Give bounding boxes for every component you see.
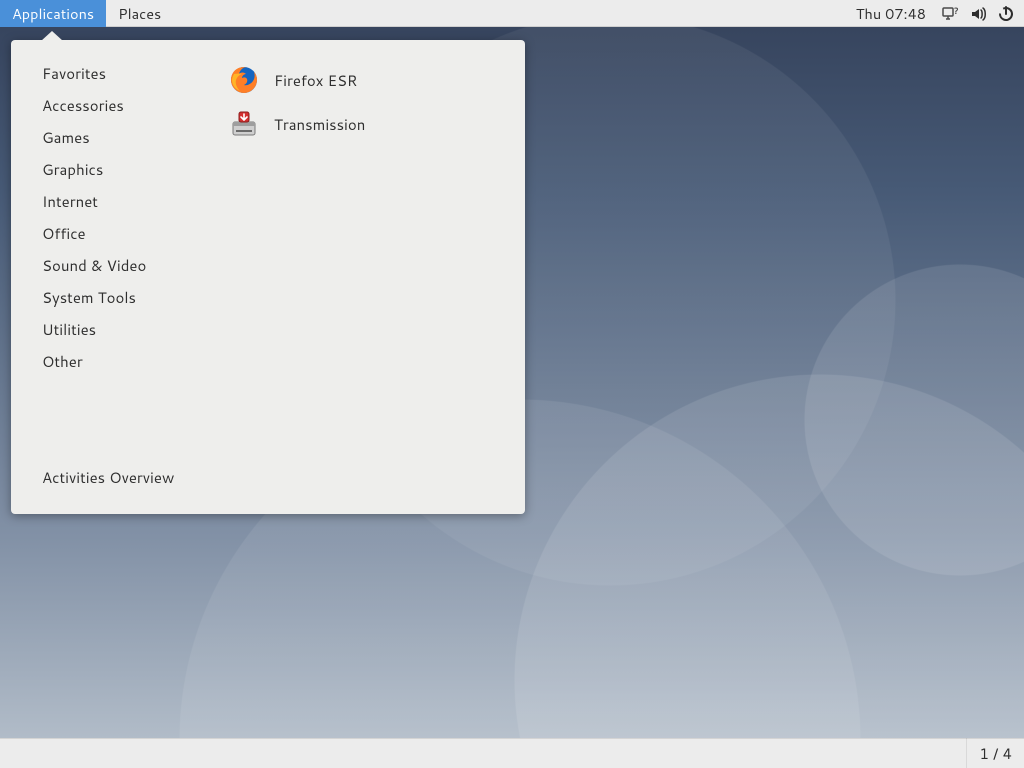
category-utilities[interactable]: Utilities xyxy=(11,314,216,346)
power-icon[interactable] xyxy=(996,4,1016,24)
category-accessories[interactable]: Accessories xyxy=(11,90,216,122)
category-internet[interactable]: Internet xyxy=(11,186,216,218)
category-label: Games xyxy=(42,127,90,148)
activities-overview-item[interactable]: Activities Overview xyxy=(11,462,216,500)
category-graphics[interactable]: Graphics xyxy=(11,154,216,186)
category-label: Accessories xyxy=(42,95,124,116)
app-label: Transmission xyxy=(274,114,365,135)
category-label: Other xyxy=(42,351,83,372)
app-firefox-esr[interactable]: Firefox ESR xyxy=(228,58,525,102)
activities-overview-label: Activities Overview xyxy=(42,467,174,488)
category-label: Favorites xyxy=(42,63,106,84)
transmission-icon xyxy=(228,108,260,140)
menu-categories-pane: Favorites Accessories Games Graphics Int… xyxy=(11,40,216,514)
firefox-icon xyxy=(228,64,260,96)
category-label: Graphics xyxy=(42,159,103,180)
menu-apps-pane: Firefox ESR Transmission xyxy=(216,40,525,514)
bottom-taskbar: 1 / 4 xyxy=(0,738,1024,768)
app-label: Firefox ESR xyxy=(274,70,357,91)
category-label: Sound & Video xyxy=(42,255,146,276)
places-menu-label: Places xyxy=(118,3,161,24)
category-games[interactable]: Games xyxy=(11,122,216,154)
category-favorites[interactable]: Favorites xyxy=(11,58,216,90)
category-office[interactable]: Office xyxy=(11,218,216,250)
workspace-switcher[interactable]: 1 / 4 xyxy=(966,738,1024,768)
svg-text:?: ? xyxy=(954,5,959,17)
network-unknown-icon[interactable]: ? xyxy=(940,4,960,24)
system-tray: ? xyxy=(936,0,1024,27)
applications-menu-label: Applications xyxy=(12,3,94,24)
category-system-tools[interactable]: System Tools xyxy=(11,282,216,314)
workspace-indicator: 1 / 4 xyxy=(979,743,1012,764)
top-panel: Applications Places Thu 07:48 ? xyxy=(0,0,1024,27)
applications-menu: Favorites Accessories Games Graphics Int… xyxy=(11,40,525,514)
category-label: Office xyxy=(42,223,86,244)
category-label: Utilities xyxy=(42,319,96,340)
clock[interactable]: Thu 07:48 xyxy=(846,0,936,27)
category-label: Internet xyxy=(42,191,98,212)
applications-menu-button[interactable]: Applications xyxy=(0,0,106,27)
volume-icon[interactable] xyxy=(968,4,988,24)
clock-text: Thu 07:48 xyxy=(856,3,926,24)
places-menu-button[interactable]: Places xyxy=(106,0,173,27)
category-other[interactable]: Other xyxy=(11,346,216,378)
category-label: System Tools xyxy=(42,287,136,308)
category-sound-video[interactable]: Sound & Video xyxy=(11,250,216,282)
app-transmission[interactable]: Transmission xyxy=(228,102,525,146)
